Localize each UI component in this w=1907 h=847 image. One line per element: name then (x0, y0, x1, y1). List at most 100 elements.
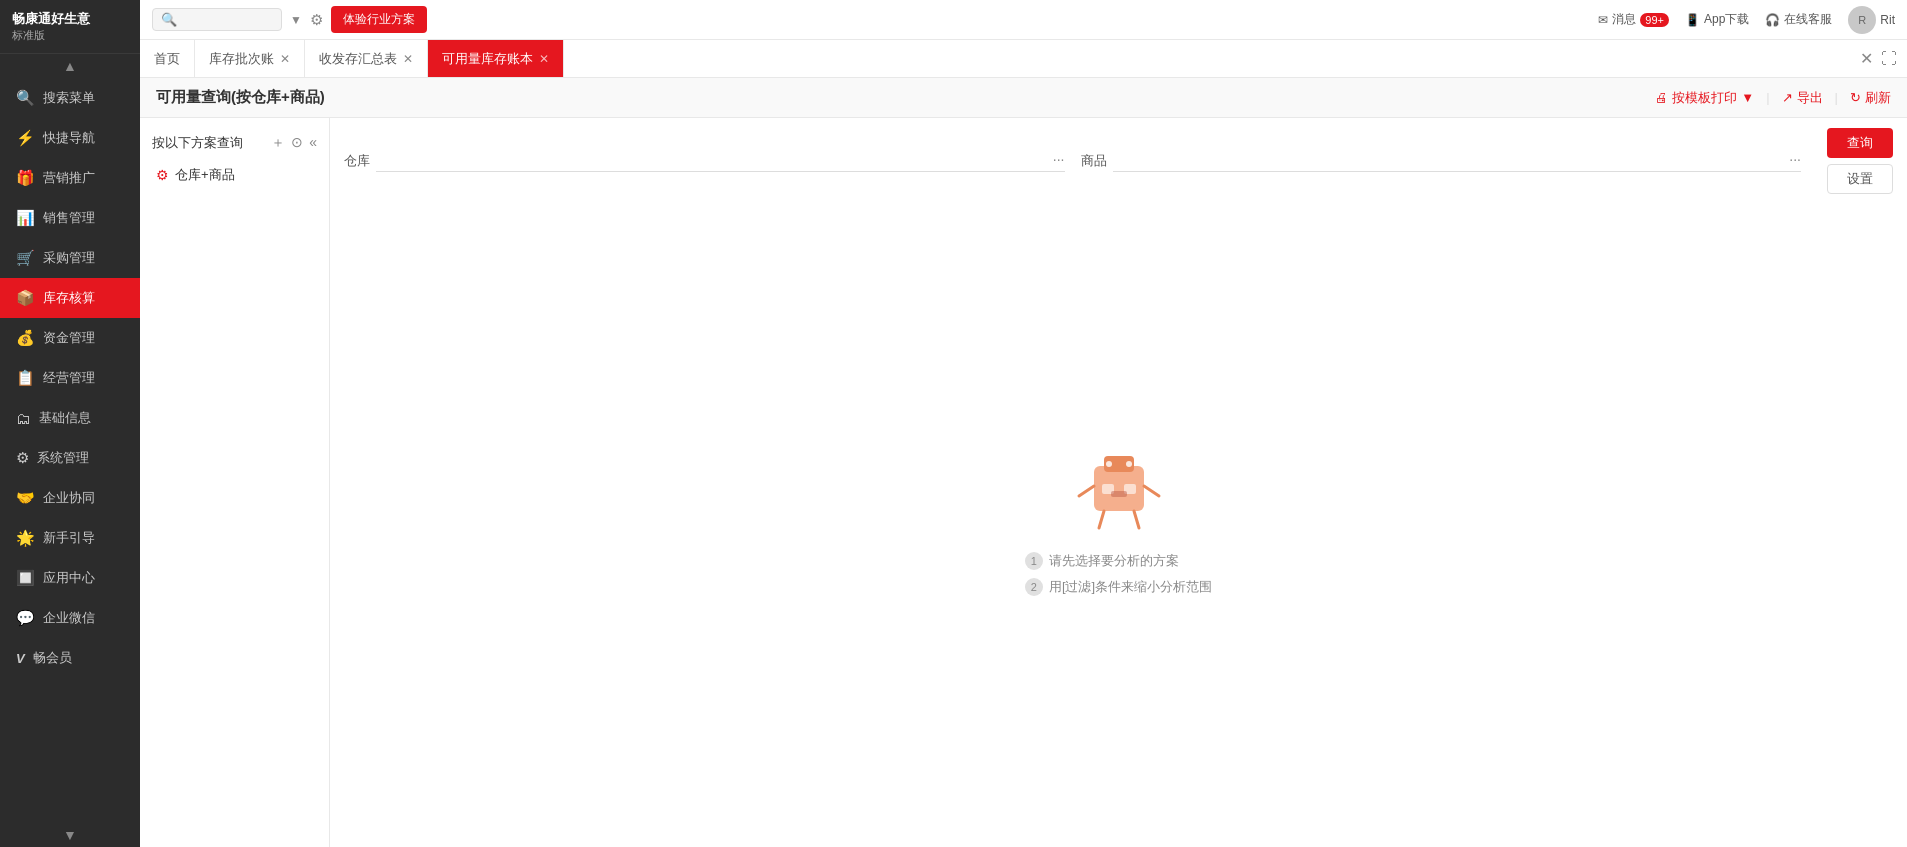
filter-settings-icon[interactable]: ⊙ (291, 134, 303, 152)
topbar-gear-icon[interactable]: ⚙ (310, 11, 323, 29)
sidebar-scroll-down[interactable]: ▼ (0, 823, 140, 847)
sidebar-item-shortcut[interactable]: ⚡ 快捷导航 (0, 118, 140, 158)
tab-available-ledger[interactable]: 可用量库存账本 ✕ (428, 40, 564, 77)
sidebar-item-inventory[interactable]: 📦 库存核算 (0, 278, 140, 318)
sidebar-item-label: 畅会员 (33, 649, 72, 667)
print-label: 按模板打印 (1672, 89, 1737, 107)
sidebar-item-purchase[interactable]: 🛒 采购管理 (0, 238, 140, 278)
topbar-right-actions: ✉ 消息 99+ 📱 App下载 🎧 在线客服 R Rit (1598, 6, 1895, 34)
system-icon: ⚙ (16, 449, 29, 467)
notification-button[interactable]: ✉ 消息 99+ (1598, 11, 1669, 28)
sidebar-item-label: 搜索菜单 (43, 89, 95, 107)
tip-num-2: 2 (1025, 578, 1043, 596)
sidebar-item-marketing[interactable]: 🎁 营销推广 (0, 158, 140, 198)
warehouse-input[interactable] (376, 151, 1053, 166)
refresh-action[interactable]: ↻ 刷新 (1850, 89, 1891, 107)
topbar-search-box[interactable]: 🔍 (152, 8, 282, 31)
basic-icon: 🗂 (16, 410, 31, 427)
sidebar-item-sales[interactable]: 📊 销售管理 (0, 198, 140, 238)
tab-batch-ledger-close[interactable]: ✕ (280, 52, 290, 66)
sidebar-item-label: 库存核算 (43, 289, 95, 307)
empty-tips: 1 请先选择要分析的方案 2 用[过滤]条件来缩小分析范围 (1025, 552, 1212, 596)
notification-icon: ✉ (1598, 13, 1608, 27)
appstore-icon: 🔲 (16, 569, 35, 587)
tab-batch-ledger[interactable]: 库存批次账 ✕ (195, 40, 305, 77)
tip-text-2: 用[过滤]条件来缩小分析范围 (1049, 578, 1212, 596)
search-icon: 🔍 (16, 89, 35, 107)
shortcut-icon: ⚡ (16, 129, 35, 147)
sidebar-item-wechat[interactable]: 💬 企业微信 (0, 598, 140, 638)
search-input[interactable] (181, 13, 261, 27)
product-input[interactable] (1113, 151, 1790, 166)
filter-collapse-icon[interactable]: « (309, 134, 317, 152)
sidebar-item-newbie[interactable]: 🌟 新手引导 (0, 518, 140, 558)
tab-available-ledger-label: 可用量库存账本 (442, 50, 533, 68)
sidebar-scroll-up[interactable]: ▲ (0, 54, 140, 78)
query-button[interactable]: 查询 (1827, 128, 1893, 158)
svg-line-10 (1134, 511, 1139, 528)
sidebar-item-finance[interactable]: 💰 资金管理 (0, 318, 140, 358)
export-action[interactable]: ↗ 导出 (1782, 89, 1823, 107)
empty-tip-1: 1 请先选择要分析的方案 (1025, 552, 1212, 570)
svg-line-7 (1079, 486, 1094, 496)
tabbar-actions: ✕ ⛶ (1850, 40, 1907, 77)
query-btn-group: 查询 设置 (1827, 128, 1893, 194)
query-row: 仓库 ··· 商品 ··· 查询 设置 (344, 128, 1893, 194)
topbar-dropdown-arrow[interactable]: ▼ (290, 13, 302, 27)
tab-receive-summary-label: 收发存汇总表 (319, 50, 397, 68)
product-more-btn[interactable]: ··· (1789, 151, 1801, 167)
inventory-icon: 📦 (16, 289, 35, 307)
separator2: | (1835, 90, 1838, 105)
tab-receive-summary[interactable]: 收发存汇总表 ✕ (305, 40, 428, 77)
filter-item-warehouse-product[interactable]: ⚙ 仓库+商品 (140, 158, 329, 192)
sidebar-item-system[interactable]: ⚙ 系统管理 (0, 438, 140, 478)
sidebar-item-enterprise[interactable]: 🤝 企业协同 (0, 478, 140, 518)
page-title: 可用量查询(按仓库+商品) (156, 88, 325, 107)
tab-home[interactable]: 首页 (140, 40, 195, 77)
page-header-right: 🖨 按模板打印 ▼ | ↗ 导出 | ↻ 刷新 (1655, 89, 1891, 107)
print-action[interactable]: 🖨 按模板打印 ▼ (1655, 89, 1754, 107)
filter-add-icon[interactable]: ＋ (271, 134, 285, 152)
sidebar-item-label: 营销推广 (43, 169, 95, 187)
tabbar: 首页 库存批次账 ✕ 收发存汇总表 ✕ 可用量库存账本 ✕ ✕ ⛶ (140, 40, 1907, 78)
industry-solution-button[interactable]: 体验行业方案 (331, 6, 427, 33)
fullscreen-icon[interactable]: ⛶ (1881, 50, 1897, 68)
sidebar-item-basic[interactable]: 🗂 基础信息 (0, 398, 140, 438)
print-icon: 🖨 (1655, 90, 1668, 105)
online-service-button[interactable]: 🎧 在线客服 (1765, 11, 1832, 28)
svg-point-2 (1106, 461, 1112, 467)
product-field: 商品 ··· (1081, 151, 1802, 172)
sidebar-item-operation[interactable]: 📋 经营管理 (0, 358, 140, 398)
user-profile[interactable]: R Rit (1848, 6, 1895, 34)
print-dropdown-icon[interactable]: ▼ (1741, 90, 1754, 105)
operation-icon: 📋 (16, 369, 35, 387)
enterprise-icon: 🤝 (16, 489, 35, 507)
tab-available-ledger-close[interactable]: ✕ (539, 52, 549, 66)
sidebar-item-label: 系统管理 (37, 449, 89, 467)
service-icon: 🎧 (1765, 13, 1780, 27)
app-icon: 📱 (1685, 13, 1700, 27)
online-service-label: 在线客服 (1784, 11, 1832, 28)
close-all-icon[interactable]: ✕ (1860, 49, 1873, 68)
warehouse-input-wrap: ··· (376, 151, 1065, 172)
sidebar-item-member[interactable]: V 畅会员 (0, 638, 140, 678)
setting-button[interactable]: 设置 (1827, 164, 1893, 194)
warehouse-more-btn[interactable]: ··· (1053, 151, 1065, 167)
tip-text-1: 请先选择要分析的方案 (1049, 552, 1179, 570)
filter-header-label: 按以下方案查询 (152, 134, 243, 152)
sidebar-item-search[interactable]: 🔍 搜索菜单 (0, 78, 140, 118)
app-download-button[interactable]: 📱 App下载 (1685, 11, 1749, 28)
sidebar: 畅康通好生意 标准版 ▲ 🔍 搜索菜单 ⚡ 快捷导航 🎁 营销推广 📊 销售管理… (0, 0, 140, 847)
tip-num-1: 1 (1025, 552, 1043, 570)
empty-illustration (1069, 436, 1169, 536)
sidebar-item-appstore[interactable]: 🔲 应用中心 (0, 558, 140, 598)
empty-tip-2: 2 用[过滤]条件来缩小分析范围 (1025, 578, 1212, 596)
svg-rect-0 (1094, 466, 1144, 511)
refresh-label: 刷新 (1865, 89, 1891, 107)
sidebar-logo: 畅康通好生意 标准版 (0, 0, 140, 54)
sidebar-item-label: 经营管理 (43, 369, 95, 387)
tab-receive-summary-close[interactable]: ✕ (403, 52, 413, 66)
tab-batch-ledger-label: 库存批次账 (209, 50, 274, 68)
refresh-icon: ↻ (1850, 90, 1861, 105)
brand-sub: 标准版 (12, 28, 128, 43)
